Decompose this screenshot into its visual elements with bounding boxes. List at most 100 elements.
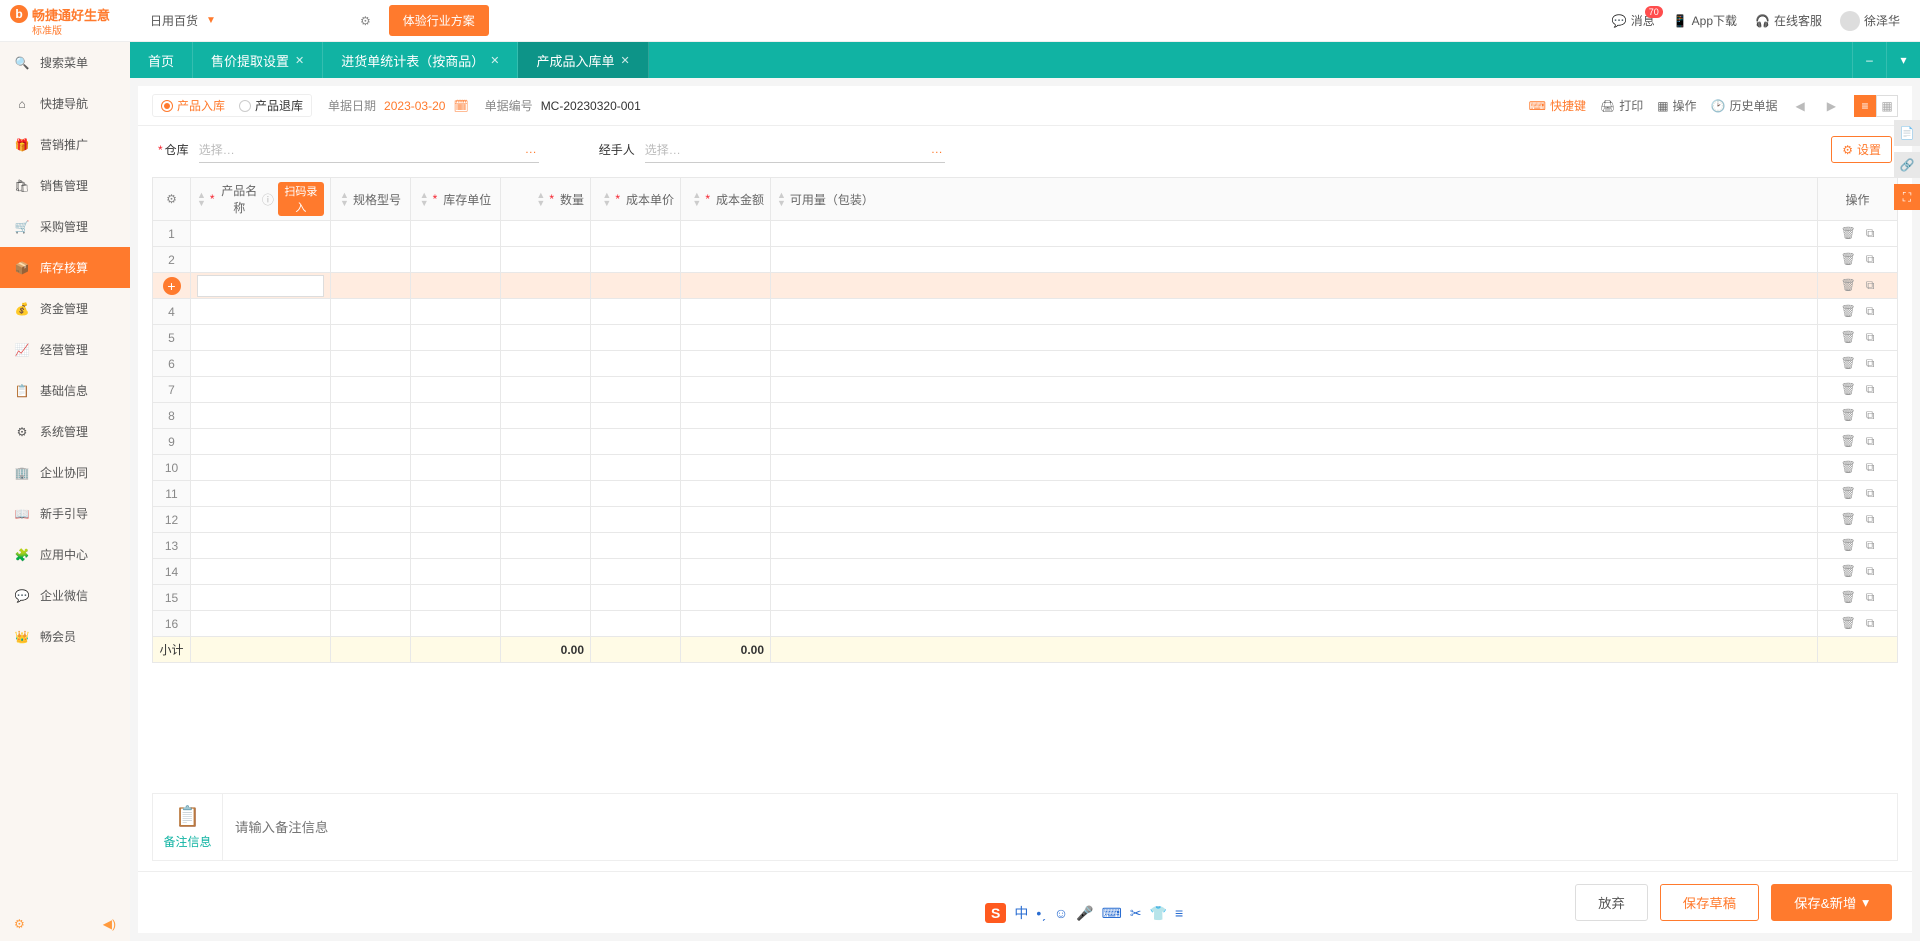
sidebar-item-2[interactable]: 🎁营销推广 <box>0 124 130 165</box>
copy-icon[interactable]: ⧉ <box>1866 460 1875 475</box>
sidebar-item-7[interactable]: 📈经营管理 <box>0 329 130 370</box>
copy-icon[interactable]: ⧉ <box>1866 486 1875 501</box>
cell-spec[interactable] <box>331 351 411 377</box>
table-row[interactable]: +🗑⧉ <box>153 273 1898 299</box>
cell-available[interactable] <box>771 611 1818 637</box>
cell-product-name[interactable] <box>191 585 331 611</box>
table-row[interactable]: 13🗑⧉ <box>153 533 1898 559</box>
copy-icon[interactable]: ⧉ <box>1866 590 1875 605</box>
table-row[interactable]: 16🗑⧉ <box>153 611 1898 637</box>
cell-spec[interactable] <box>331 533 411 559</box>
cell-unit[interactable] <box>411 585 501 611</box>
table-row[interactable]: 8🗑⧉ <box>153 403 1898 429</box>
cell-qty[interactable] <box>501 533 591 559</box>
sidebar-item-6[interactable]: 💰资金管理 <box>0 288 130 329</box>
cell-unit[interactable] <box>411 559 501 585</box>
table-row[interactable]: 12🗑⧉ <box>153 507 1898 533</box>
sidebar-item-13[interactable]: 💬企业微信 <box>0 575 130 616</box>
cell-cost-amount[interactable] <box>681 429 771 455</box>
delete-icon[interactable]: 🗑 <box>1841 538 1856 553</box>
cell-product-name[interactable] <box>191 429 331 455</box>
cell-available[interactable] <box>771 299 1818 325</box>
cell-available[interactable] <box>771 533 1818 559</box>
cell-unit[interactable] <box>411 403 501 429</box>
delete-icon[interactable]: 🗑 <box>1841 408 1856 423</box>
copy-icon[interactable]: ⧉ <box>1866 538 1875 553</box>
cell-cost-price[interactable] <box>591 611 681 637</box>
cell-spec[interactable] <box>331 403 411 429</box>
table-row[interactable]: 1🗑⧉ <box>153 221 1898 247</box>
save-new-button[interactable]: 保存&新增 ▾ <box>1771 884 1892 921</box>
discard-button[interactable]: 放弃 <box>1575 884 1648 921</box>
rail-note-button[interactable]: 📄 <box>1894 120 1920 146</box>
copy-icon[interactable]: ⧉ <box>1866 226 1875 241</box>
copy-icon[interactable]: ⧉ <box>1866 304 1875 319</box>
cell-cost-price[interactable] <box>591 507 681 533</box>
sidebar-item-12[interactable]: 🧩应用中心 <box>0 534 130 575</box>
add-row-button[interactable]: + <box>163 277 181 295</box>
cell-qty[interactable] <box>501 377 591 403</box>
delete-icon[interactable]: 🗑 <box>1841 460 1856 475</box>
product-name-input[interactable] <box>197 275 324 297</box>
scan-entry-chip[interactable]: 扫码录入 <box>278 182 324 216</box>
cell-qty[interactable] <box>501 247 591 273</box>
copy-icon[interactable]: ⧉ <box>1866 252 1875 267</box>
hotkey-button[interactable]: ⌨快捷键 <box>1529 97 1586 114</box>
cell-available[interactable] <box>771 377 1818 403</box>
close-icon[interactable]: ✕ <box>295 54 304 67</box>
sidebar-item-3[interactable]: 🛍销售管理 <box>0 165 130 206</box>
cell-cost-amount[interactable] <box>681 585 771 611</box>
collapse-icon[interactable]: ◀) <box>103 917 116 931</box>
tab-1[interactable]: 售价提取设置✕ <box>193 42 323 78</box>
cell-unit[interactable] <box>411 377 501 403</box>
delete-icon[interactable]: 🗑 <box>1841 330 1856 345</box>
cell-cost-price[interactable] <box>591 247 681 273</box>
cell-unit[interactable] <box>411 351 501 377</box>
print-button[interactable]: 🖨打印 <box>1600 97 1643 114</box>
cell-spec[interactable] <box>331 559 411 585</box>
cell-cost-price[interactable] <box>591 455 681 481</box>
sidebar-item-9[interactable]: ⚙系统管理 <box>0 411 130 452</box>
cell-unit[interactable] <box>411 611 501 637</box>
tab-0[interactable]: 首页 <box>130 42 193 78</box>
cell-unit[interactable] <box>411 221 501 247</box>
cell-spec[interactable] <box>331 507 411 533</box>
cell-unit[interactable] <box>411 429 501 455</box>
cell-qty[interactable] <box>501 585 591 611</box>
cell-qty[interactable] <box>501 299 591 325</box>
cell-unit[interactable] <box>411 507 501 533</box>
cell-unit[interactable] <box>411 481 501 507</box>
table-row[interactable]: 10🗑⧉ <box>153 455 1898 481</box>
remark-input[interactable] <box>223 794 1897 860</box>
cell-cost-price[interactable] <box>591 273 681 299</box>
cell-cost-amount[interactable] <box>681 481 771 507</box>
cell-available[interactable] <box>771 403 1818 429</box>
cell-cost-price[interactable] <box>591 559 681 585</box>
cell-qty[interactable] <box>501 455 591 481</box>
cell-available[interactable] <box>771 221 1818 247</box>
app-download-button[interactable]: 📱 App下载 <box>1673 12 1737 29</box>
cell-product-name[interactable] <box>191 403 331 429</box>
cell-cost-amount[interactable] <box>681 273 771 299</box>
col-cost-amount[interactable]: ▲▼*成本金额 <box>681 178 771 221</box>
sidebar-item-1[interactable]: ⌂快捷导航 <box>0 83 130 124</box>
delete-icon[interactable]: 🗑 <box>1841 434 1856 449</box>
cell-spec[interactable] <box>331 585 411 611</box>
cell-product-name[interactable] <box>191 273 331 299</box>
online-service-button[interactable]: 🎧 在线客服 <box>1755 12 1822 29</box>
settings-button[interactable]: ⚙ 设置 <box>1831 136 1892 163</box>
cell-spec[interactable] <box>331 429 411 455</box>
cell-qty[interactable] <box>501 507 591 533</box>
cell-cost-price[interactable] <box>591 221 681 247</box>
cell-qty[interactable] <box>501 325 591 351</box>
cell-cost-price[interactable] <box>591 325 681 351</box>
more-icon[interactable]: … <box>931 142 945 156</box>
cell-qty[interactable] <box>501 221 591 247</box>
cell-unit[interactable] <box>411 533 501 559</box>
delete-icon[interactable]: 🗑 <box>1841 252 1856 267</box>
cell-cost-amount[interactable] <box>681 507 771 533</box>
tab-menu-button[interactable]: ▾ <box>1886 42 1920 78</box>
experience-plan-button[interactable]: 体验行业方案 <box>389 5 489 36</box>
copy-icon[interactable]: ⧉ <box>1866 564 1875 579</box>
table-row[interactable]: 2🗑⧉ <box>153 247 1898 273</box>
